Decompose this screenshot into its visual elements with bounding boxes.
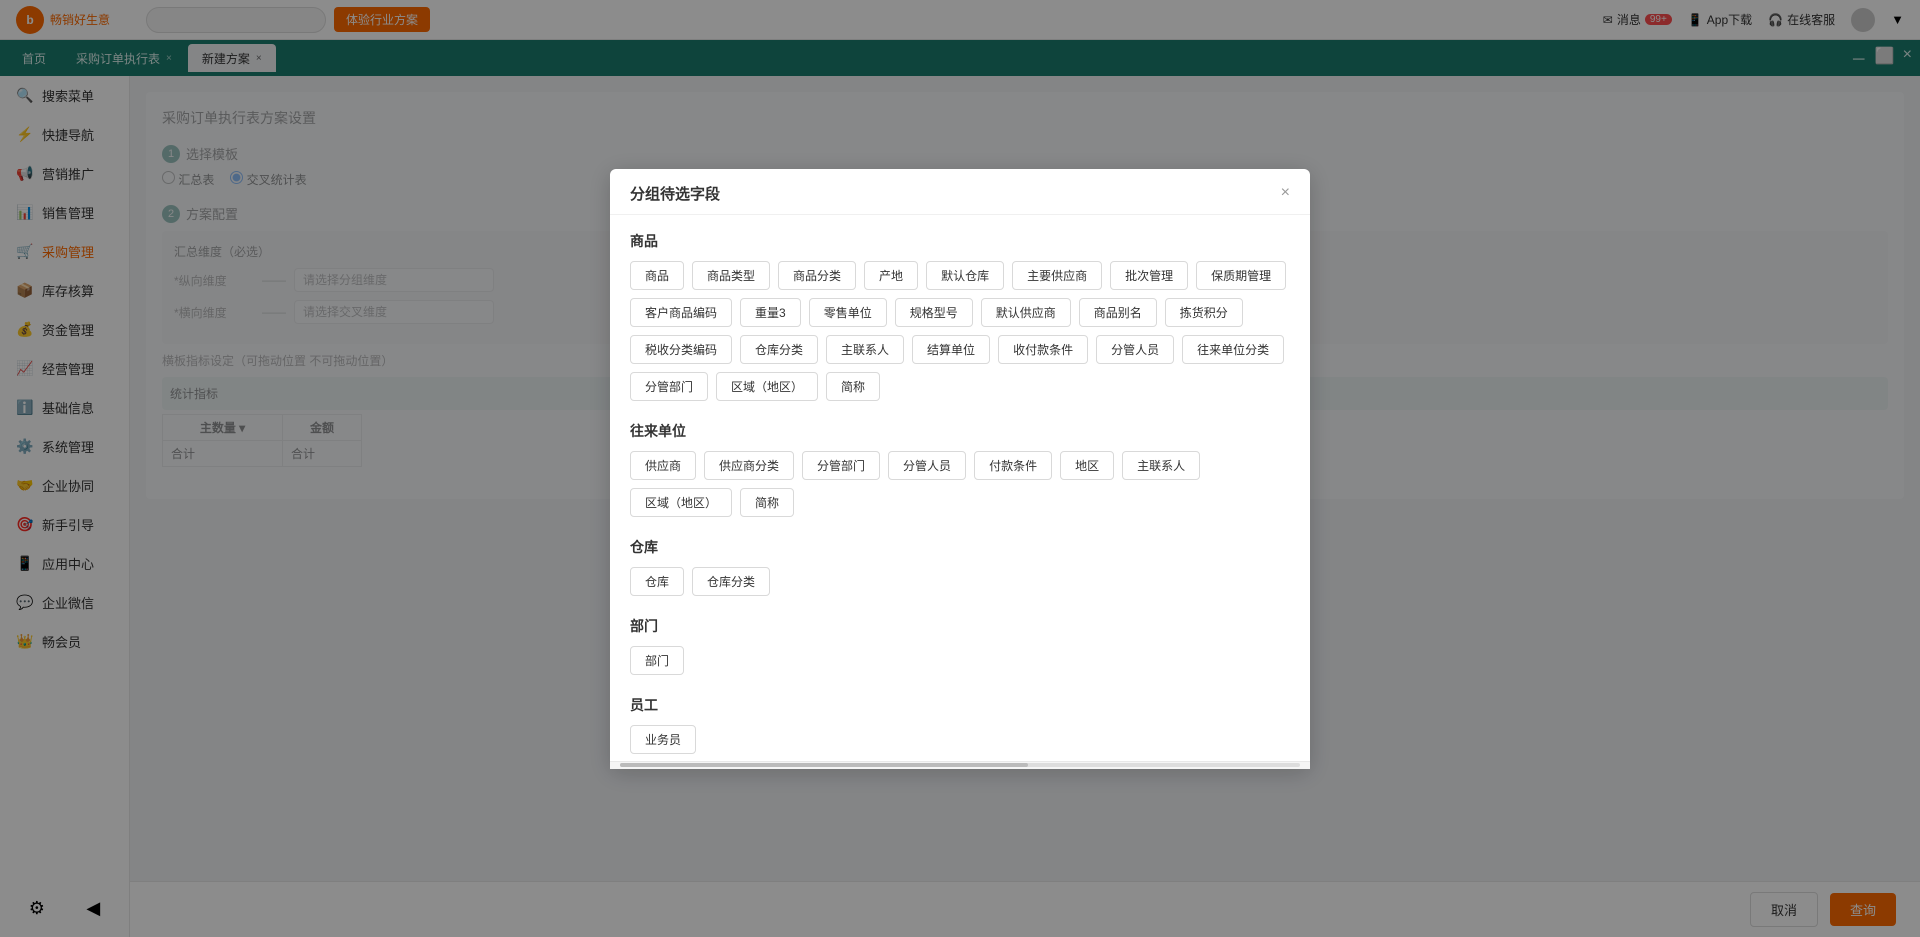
field-tag-abbr[interactable]: 简称 — [826, 372, 880, 401]
field-tag-region[interactable]: 区域（地区） — [716, 372, 818, 401]
scrollbar-track — [620, 763, 1300, 767]
field-tag-partner-payment[interactable]: 付款条件 — [974, 451, 1052, 480]
field-tag-expiry-mgmt[interactable]: 保质期管理 — [1196, 261, 1286, 290]
field-group-goods-title: 商品 — [630, 231, 1290, 251]
field-tag-goods-alias[interactable]: 商品别名 — [1079, 298, 1157, 327]
field-tag-warehouse[interactable]: 仓库 — [630, 567, 684, 596]
scrollbar-thumb — [620, 763, 1028, 767]
field-group-department: 部门 部门 — [630, 616, 1290, 675]
field-tag-salesperson[interactable]: 业务员 — [630, 725, 696, 754]
field-tag-pick-points[interactable]: 拣货积分 — [1165, 298, 1243, 327]
field-group-employee-title: 员工 — [630, 695, 1290, 715]
field-tag-supplier[interactable]: 供应商 — [630, 451, 696, 480]
field-group-warehouse-title: 仓库 — [630, 537, 1290, 557]
field-tag-main-supplier[interactable]: 主要供应商 — [1012, 261, 1102, 290]
modal-horizontal-scrollbar[interactable] — [610, 761, 1310, 769]
field-tag-default-warehouse[interactable]: 默认仓库 — [926, 261, 1004, 290]
field-tag-weight3[interactable]: 重量3 — [740, 298, 801, 327]
field-tag-default-supplier[interactable]: 默认供应商 — [981, 298, 1071, 327]
field-tags-goods: 商品 商品类型 商品分类 产地 默认仓库 主要供应商 批次管理 保质期管理 客户… — [630, 261, 1290, 401]
field-tag-spec-model[interactable]: 规格型号 — [895, 298, 973, 327]
field-group-warehouse: 仓库 仓库 仓库分类 — [630, 537, 1290, 596]
field-tag-partner-category[interactable]: 往来单位分类 — [1182, 335, 1284, 364]
field-tag-department[interactable]: 部门 — [630, 646, 684, 675]
field-group-employee: 员工 业务员 — [630, 695, 1290, 754]
field-tag-goods-type[interactable]: 商品类型 — [692, 261, 770, 290]
field-tag-partner-manager[interactable]: 分管人员 — [888, 451, 966, 480]
modal-body[interactable]: 商品 商品 商品类型 商品分类 产地 默认仓库 主要供应商 批次管理 保质期管理… — [610, 215, 1310, 761]
field-group-department-title: 部门 — [630, 616, 1290, 636]
field-tags-department: 部门 — [630, 646, 1290, 675]
field-tag-payment-terms[interactable]: 收付款条件 — [998, 335, 1088, 364]
field-tag-goods-category[interactable]: 商品分类 — [778, 261, 856, 290]
field-tag-supplier-category[interactable]: 供应商分类 — [704, 451, 794, 480]
field-group-partner: 往来单位 供应商 供应商分类 分管部门 分管人员 付款条件 地区 主联系人 区域… — [630, 421, 1290, 517]
modal-header: 分组待选字段 × — [610, 169, 1310, 215]
field-tags-partner: 供应商 供应商分类 分管部门 分管人员 付款条件 地区 主联系人 区域（地区） … — [630, 451, 1290, 517]
field-tags-warehouse: 仓库 仓库分类 — [630, 567, 1290, 596]
field-tag-main-contact[interactable]: 主联系人 — [826, 335, 904, 364]
modal-close-button[interactable]: × — [1281, 185, 1290, 201]
field-tag-partner-dept[interactable]: 分管部门 — [802, 451, 880, 480]
field-group-goods: 商品 商品 商品类型 商品分类 产地 默认仓库 主要供应商 批次管理 保质期管理… — [630, 231, 1290, 401]
field-tag-retail-unit[interactable]: 零售单位 — [809, 298, 887, 327]
field-tag-tax-code[interactable]: 税收分类编码 — [630, 335, 732, 364]
field-tag-origin[interactable]: 产地 — [864, 261, 918, 290]
field-tag-area[interactable]: 地区 — [1060, 451, 1114, 480]
field-tag-manager[interactable]: 分管人员 — [1096, 335, 1174, 364]
field-tag-settlement-unit[interactable]: 结算单位 — [912, 335, 990, 364]
field-tag-goods[interactable]: 商品 — [630, 261, 684, 290]
field-tag-partner-abbr[interactable]: 简称 — [740, 488, 794, 517]
field-tags-employee: 业务员 — [630, 725, 1290, 754]
field-tag-partner-region[interactable]: 区域（地区） — [630, 488, 732, 517]
modal-title: 分组待选字段 — [630, 183, 720, 204]
field-group-partner-title: 往来单位 — [630, 421, 1290, 441]
field-tag-warehouse-category[interactable]: 仓库分类 — [740, 335, 818, 364]
field-tag-batch-mgmt[interactable]: 批次管理 — [1110, 261, 1188, 290]
field-tag-partner-contact[interactable]: 主联系人 — [1122, 451, 1200, 480]
field-select-modal: 分组待选字段 × 商品 商品 商品类型 商品分类 产地 默认仓库 主要供应商 批… — [610, 169, 1310, 769]
field-tag-customer-goods-code[interactable]: 客户商品编码 — [630, 298, 732, 327]
modal-overlay: 分组待选字段 × 商品 商品 商品类型 商品分类 产地 默认仓库 主要供应商 批… — [0, 0, 1920, 937]
field-tag-warehouse-cat[interactable]: 仓库分类 — [692, 567, 770, 596]
field-tag-dept[interactable]: 分管部门 — [630, 372, 708, 401]
